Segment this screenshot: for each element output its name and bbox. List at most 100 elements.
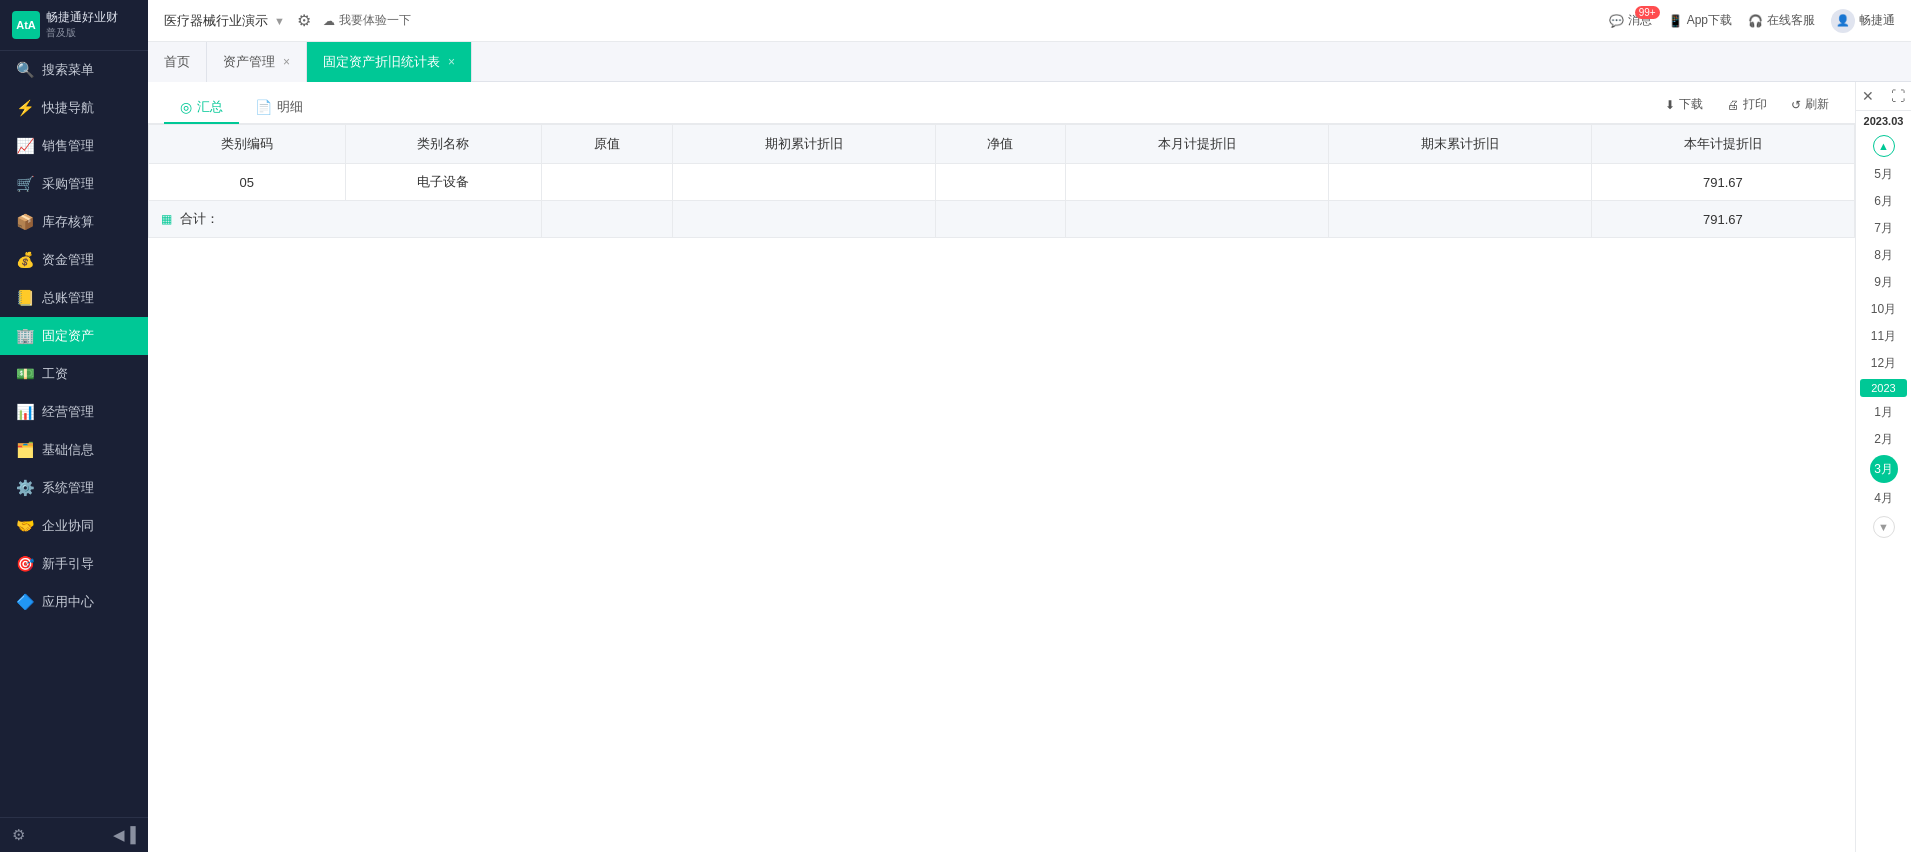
user-profile[interactable]: 👤 畅捷通	[1831, 9, 1895, 33]
sidebar-item-purchase[interactable]: 🛒 采购管理	[0, 165, 148, 203]
detail-icon: 📄	[255, 99, 272, 115]
app-download-label: App下载	[1687, 12, 1732, 29]
collapse-sidebar-icon[interactable]: ◀▐	[113, 826, 136, 844]
sidebar-item-enterprise[interactable]: 🤝 企业协同	[0, 507, 148, 545]
total-net	[935, 201, 1065, 238]
sidebar-label-search: 搜索菜单	[42, 61, 94, 79]
col-annual: 本年计提折旧	[1591, 125, 1854, 164]
total-period-end	[1328, 201, 1591, 238]
sidebar-label-purchase: 采购管理	[42, 175, 94, 193]
month-9[interactable]: 9月	[1856, 269, 1911, 296]
system-icon: ⚙️	[16, 479, 34, 497]
purchase-icon: 🛒	[16, 175, 34, 193]
month-8[interactable]: 8月	[1856, 242, 1911, 269]
refresh-label: 刷新	[1805, 96, 1829, 113]
sidebar-label-system: 系统管理	[42, 479, 94, 497]
sidebar-item-ledger[interactable]: 📒 总账管理	[0, 279, 148, 317]
sales-icon: 📈	[16, 137, 34, 155]
sidebar-item-search[interactable]: 🔍 搜索菜单	[0, 51, 148, 89]
row-period-end	[1328, 164, 1591, 201]
sidebar-item-inventory[interactable]: 📦 库存核算	[0, 203, 148, 241]
enterprise-icon: 🤝	[16, 517, 34, 535]
messages-badge: 99+	[1635, 6, 1660, 19]
sidebar-item-basics[interactable]: 🗂️ 基础信息	[0, 431, 148, 469]
user-name: 畅捷通	[1859, 12, 1895, 29]
sub-tabs: ◎ 汇总 📄 明细 ⬇ 下载 🖨 打印	[148, 82, 1855, 124]
download-button[interactable]: ⬇ 下载	[1655, 92, 1713, 117]
sidebar-item-quick-nav[interactable]: ⚡ 快捷导航	[0, 89, 148, 127]
sidebar-label-inventory: 库存核算	[42, 213, 94, 231]
total-row: ▦ 合计： 791.67	[149, 201, 1855, 238]
tab-depreciation-report[interactable]: 固定资产折旧统计表 ×	[307, 42, 472, 82]
refresh-button[interactable]: ↺ 刷新	[1781, 92, 1839, 117]
experience-button[interactable]: ☁ 我要体验一下	[323, 12, 411, 29]
month-7[interactable]: 7月	[1856, 215, 1911, 242]
quick-nav-icon: ⚡	[16, 99, 34, 117]
sidebar-item-fixed-assets[interactable]: 🏢 固定资产	[0, 317, 148, 355]
month-10[interactable]: 10月	[1856, 296, 1911, 323]
scroll-up-icon[interactable]: ▲	[1873, 135, 1895, 157]
download-label: 下载	[1679, 96, 1703, 113]
settings-footer-icon[interactable]: ⚙	[12, 826, 25, 844]
month-2023-3-wrapper: 3月	[1856, 453, 1911, 485]
tab-asset-mgmt[interactable]: 资产管理 ×	[207, 42, 307, 82]
tab-asset-mgmt-close[interactable]: ×	[283, 55, 290, 69]
right-panel: ✕ ⛶ 2023.03 ▲ 5月 6月 7月 8月 9月 10月 11月 12月…	[1855, 82, 1911, 852]
col-net: 净值	[935, 125, 1065, 164]
sidebar-item-system[interactable]: ⚙️ 系统管理	[0, 469, 148, 507]
messages-button[interactable]: 💬 消息 99+	[1609, 12, 1652, 29]
sidebar-item-guide[interactable]: 🎯 新手引导	[0, 545, 148, 583]
total-accumulated	[672, 201, 935, 238]
sidebar: AtA 畅捷通好业财 普及版 🔍 搜索菜单 ⚡ 快捷导航 📈 销售管理 🛒 采购…	[0, 0, 148, 852]
summary-icon: ◎	[180, 99, 192, 115]
row-original	[542, 164, 672, 201]
app-download-button[interactable]: 📱 App下载	[1668, 12, 1732, 29]
month-11[interactable]: 11月	[1856, 323, 1911, 350]
sub-tab-summary-label: 汇总	[197, 98, 223, 116]
month-5[interactable]: 5月	[1856, 161, 1911, 188]
sidebar-label-fixed-assets: 固定资产	[42, 327, 94, 345]
sidebar-label-basics: 基础信息	[42, 441, 94, 459]
month-2023-4[interactable]: 4月	[1856, 485, 1911, 512]
sub-tab-detail[interactable]: 📄 明细	[239, 92, 319, 124]
panel-close-icon[interactable]: ✕	[1862, 88, 1874, 104]
ledger-icon: 📒	[16, 289, 34, 307]
tab-home[interactable]: 首页	[148, 42, 207, 82]
print-button[interactable]: 🖨 打印	[1717, 92, 1777, 117]
row-monthly	[1065, 164, 1328, 201]
online-service-icon: 🎧	[1748, 14, 1763, 28]
company-selector[interactable]: 医疗器械行业演示 ▼	[164, 12, 285, 30]
sidebar-item-sales[interactable]: 📈 销售管理	[0, 127, 148, 165]
online-service-label: 在线客服	[1767, 12, 1815, 29]
operations-icon: 📊	[16, 403, 34, 421]
sidebar-label-guide: 新手引导	[42, 555, 94, 573]
funds-icon: 💰	[16, 251, 34, 269]
panel-expand-icon[interactable]: ⛶	[1891, 88, 1905, 104]
sidebar-label-operations: 经营管理	[42, 403, 94, 421]
sidebar-item-operations[interactable]: 📊 经营管理	[0, 393, 148, 431]
online-service-button[interactable]: 🎧 在线客服	[1748, 12, 1815, 29]
month-2023-3[interactable]: 3月	[1870, 455, 1898, 483]
row-accumulated	[672, 164, 935, 201]
table-header-row: 类别编码 类别名称 原值 期初累计折旧 净值 本月计提折旧 期末累计折旧 本年计…	[149, 125, 1855, 164]
depreciation-table: 类别编码 类别名称 原值 期初累计折旧 净值 本月计提折旧 期末累计折旧 本年计…	[148, 124, 1855, 238]
sidebar-item-funds[interactable]: 💰 资金管理	[0, 241, 148, 279]
tab-depreciation-close[interactable]: ×	[448, 55, 455, 69]
topbar-right: 💬 消息 99+ 📱 App下载 🎧 在线客服 👤 畅捷通	[1609, 9, 1895, 33]
scroll-down-icon[interactable]: ▼	[1873, 516, 1895, 538]
col-code: 类别编码	[149, 125, 346, 164]
sidebar-label-payroll: 工资	[42, 365, 68, 383]
col-period-end: 期末累计折旧	[1328, 125, 1591, 164]
page-content: ◎ 汇总 📄 明细 ⬇ 下载 🖨 打印	[148, 82, 1855, 852]
month-6[interactable]: 6月	[1856, 188, 1911, 215]
sub-tab-summary[interactable]: ◎ 汇总	[164, 92, 239, 124]
col-monthly: 本月计提折旧	[1065, 125, 1328, 164]
refresh-icon: ↺	[1791, 98, 1801, 112]
sidebar-item-payroll[interactable]: 💵 工资	[0, 355, 148, 393]
total-annual: 791.67	[1591, 201, 1854, 238]
month-2023-2[interactable]: 2月	[1856, 426, 1911, 453]
month-12[interactable]: 12月	[1856, 350, 1911, 377]
sidebar-item-app-center[interactable]: 🔷 应用中心	[0, 583, 148, 621]
month-2023-1[interactable]: 1月	[1856, 399, 1911, 426]
topbar-settings-icon[interactable]: ⚙	[297, 11, 311, 30]
